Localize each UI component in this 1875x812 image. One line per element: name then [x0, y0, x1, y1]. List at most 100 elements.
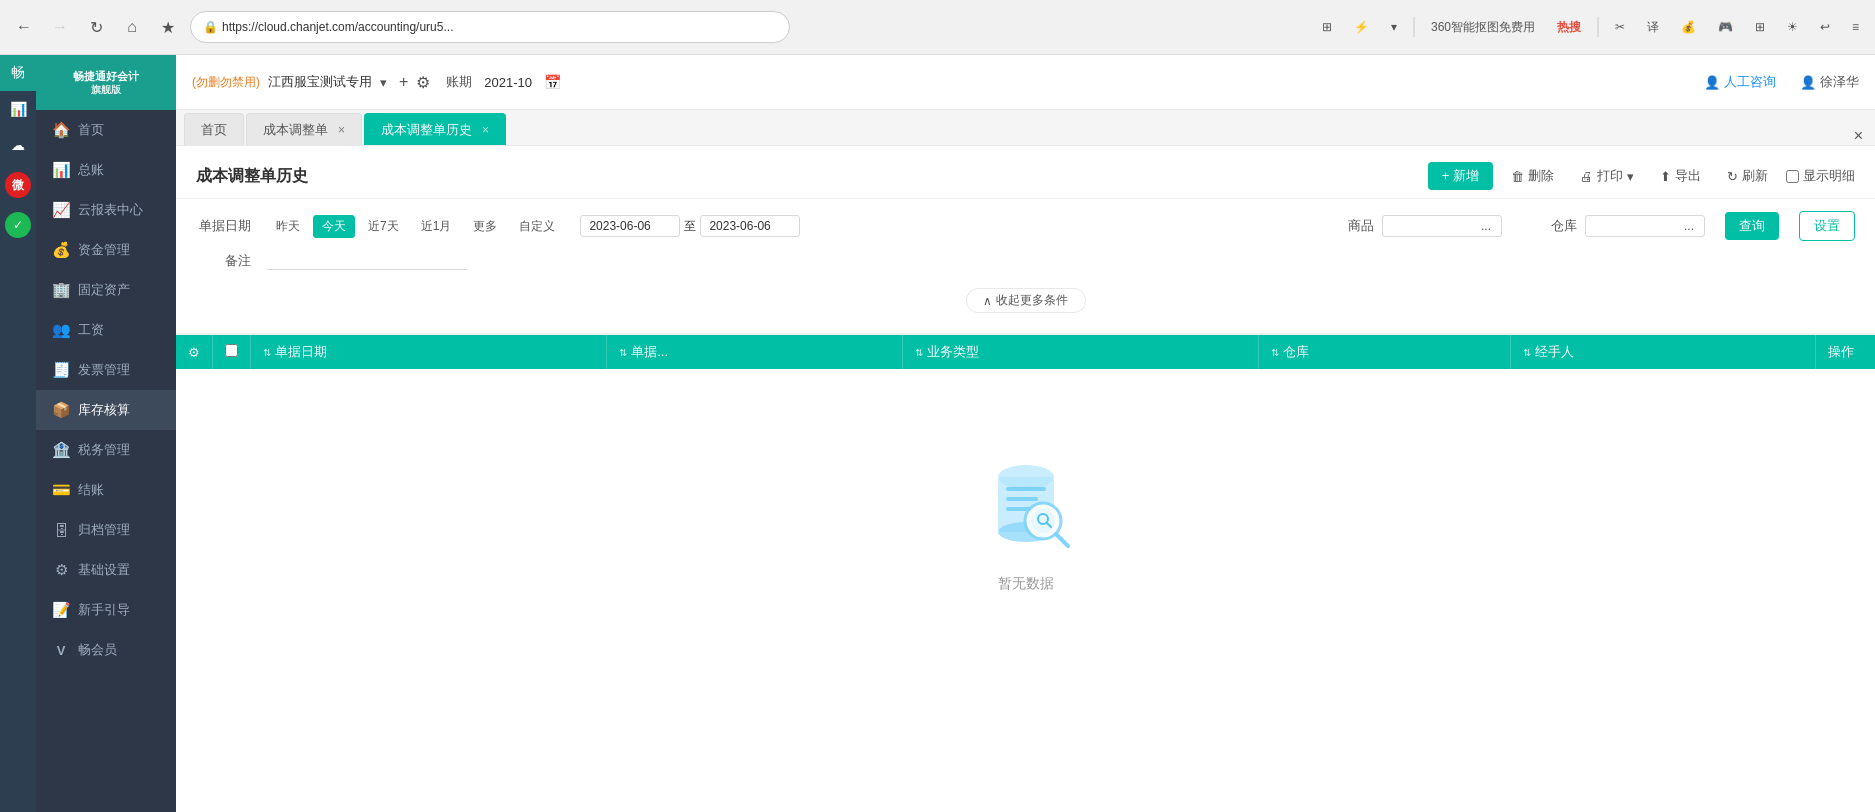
rail-item-1[interactable]: 畅: [0, 55, 36, 91]
tab-cost-adjust-history-close[interactable]: ×: [482, 123, 489, 137]
home-icon: 🏠: [52, 121, 70, 139]
settings-filter-button[interactable]: 设置: [1799, 211, 1855, 241]
sidebar-item-reports[interactable]: 📈 云报表中心: [36, 190, 176, 230]
divider: [1413, 17, 1415, 37]
sidebar-item-member[interactable]: V 畅会员: [36, 630, 176, 670]
date-btn-more[interactable]: 更多: [464, 215, 506, 238]
sidebar-item-invoice[interactable]: 🧾 发票管理: [36, 350, 176, 390]
query-button[interactable]: 查询: [1725, 212, 1779, 240]
tab-home[interactable]: 首页: [184, 113, 244, 145]
undo-icon[interactable]: ↩: [1814, 18, 1836, 36]
select-all-checkbox[interactable]: [225, 344, 238, 357]
date-btn-custom[interactable]: 自定义: [510, 215, 564, 238]
tax-icon: 🏦: [52, 441, 70, 459]
consult-button[interactable]: 👤 人工咨询: [1704, 73, 1776, 91]
sidebar-item-settings-label: 基础设置: [78, 561, 130, 579]
gamepad-icon[interactable]: 🎮: [1712, 18, 1739, 36]
search-label[interactable]: 360智能抠图免费用: [1425, 17, 1541, 38]
sidebar-item-settlement[interactable]: 💳 结账: [36, 470, 176, 510]
company-dropdown-icon[interactable]: ▾: [380, 75, 387, 90]
translate-icon[interactable]: 译: [1641, 17, 1665, 38]
notes-filter-label: 备注: [196, 252, 251, 270]
goods-more-icon: ...: [1481, 219, 1491, 233]
collapse-button[interactable]: ∧ 收起更多条件: [966, 288, 1086, 313]
export-button[interactable]: ⬆ 导出: [1652, 163, 1709, 189]
refresh-button[interactable]: ↻: [82, 13, 110, 41]
back-button[interactable]: ←: [10, 13, 38, 41]
sidebar-item-guide[interactable]: 📝 新手引导: [36, 590, 176, 630]
lightning-icon[interactable]: ⚡: [1348, 18, 1375, 36]
home-button[interactable]: ⌂: [118, 13, 146, 41]
date-to-input[interactable]: [700, 215, 800, 237]
goods-filter: 商品 ...: [1319, 215, 1502, 237]
url-bar[interactable]: 🔒 https://cloud.chanjet.com/accounting/u…: [190, 11, 790, 43]
print-button[interactable]: 🖨 打印 ▾: [1572, 163, 1642, 189]
sidebar-item-tax-label: 税务管理: [78, 441, 130, 459]
settings-gear-icon[interactable]: ⚙: [416, 73, 430, 92]
sidebar-item-salary[interactable]: 👥 工资: [36, 310, 176, 350]
notes-input[interactable]: [267, 251, 467, 270]
th-gear[interactable]: ⚙: [176, 335, 213, 369]
th-operator[interactable]: ⇅ 经手人: [1511, 335, 1815, 369]
collapse-row: ∧ 收起更多条件: [196, 280, 1855, 321]
th-biz-type[interactable]: ⇅ 业务类型: [902, 335, 1258, 369]
add-company-icon[interactable]: +: [399, 73, 408, 91]
sidebar-item-tax[interactable]: 🏦 税务管理: [36, 430, 176, 470]
warning-text: (勿删勿禁用): [192, 74, 260, 91]
close-panel-button[interactable]: ×: [1842, 127, 1875, 145]
date-btn-1month[interactable]: 近1月: [412, 215, 461, 238]
grid-icon[interactable]: ⊞: [1749, 18, 1771, 36]
delete-icon: 🗑: [1511, 169, 1524, 184]
svg-rect-4: [1006, 497, 1038, 501]
extensions-icon[interactable]: ⊞: [1316, 18, 1338, 36]
warehouse-select-button[interactable]: ...: [1585, 215, 1705, 237]
brightness-icon[interactable]: ☀: [1781, 18, 1804, 36]
sidebar-item-archive[interactable]: 🗄 归档管理: [36, 510, 176, 550]
th-warehouse[interactable]: ⇅ 仓库: [1259, 335, 1511, 369]
date-from-input[interactable]: [580, 215, 680, 237]
th-sort-icon-no: ⇅: [619, 347, 627, 358]
sidebar-item-settings[interactable]: ⚙ 基础设置: [36, 550, 176, 590]
th-date[interactable]: ⇅ 单据日期: [251, 335, 607, 369]
show-detail-label: 显示明细: [1803, 167, 1855, 185]
sidebar-item-salary-label: 工资: [78, 321, 104, 339]
sidebar-item-ledger[interactable]: 📊 总账: [36, 150, 176, 190]
export-icon: ⬆: [1660, 169, 1671, 184]
th-check[interactable]: [213, 335, 251, 369]
sidebar-item-fixed-assets[interactable]: 🏢 固定资产: [36, 270, 176, 310]
goods-select-button[interactable]: ...: [1382, 215, 1502, 237]
sidebar-item-home[interactable]: 🏠 首页: [36, 110, 176, 150]
wallet-icon[interactable]: 💰: [1675, 18, 1702, 36]
new-button[interactable]: + 新增: [1428, 162, 1493, 190]
rail-item-green[interactable]: ✓: [0, 207, 36, 243]
forward-button[interactable]: →: [46, 13, 74, 41]
date-btn-yesterday[interactable]: 昨天: [267, 215, 309, 238]
tab-cost-adjust[interactable]: 成本调整单 ×: [246, 113, 362, 145]
menu-icon[interactable]: ≡: [1846, 18, 1865, 36]
date-btn-today[interactable]: 今天: [313, 215, 355, 238]
scissors-icon[interactable]: ✂: [1609, 18, 1631, 36]
th-no[interactable]: ⇅ 单据...: [607, 335, 903, 369]
settings-icon: ⚙: [52, 561, 70, 579]
th-date-label: 单据日期: [275, 343, 327, 361]
rail-item-2[interactable]: 📊: [0, 91, 36, 127]
refresh-button-page[interactable]: ↻ 刷新: [1719, 163, 1776, 189]
tab-cost-adjust-history[interactable]: 成本调整单历史 ×: [364, 113, 506, 145]
warehouse-more-icon: ...: [1684, 219, 1694, 233]
collapse-up-icon: ∧: [983, 294, 992, 308]
sidebar-item-inventory[interactable]: 📦 库存核算: [36, 390, 176, 430]
date-btn-7days[interactable]: 近7天: [359, 215, 408, 238]
star-button[interactable]: ★: [154, 13, 182, 41]
tab-cost-adjust-close[interactable]: ×: [338, 123, 345, 137]
rail-item-weibo[interactable]: 微: [0, 167, 36, 203]
date-range-separator: 至: [684, 218, 696, 235]
calendar-icon[interactable]: 📅: [544, 74, 561, 90]
show-detail-checkbox[interactable]: [1786, 170, 1799, 183]
delete-button[interactable]: 🗑 删除: [1503, 163, 1562, 189]
empty-svg: [971, 449, 1081, 559]
hot-search-icon[interactable]: 热搜: [1551, 17, 1587, 38]
user-menu[interactable]: 👤 徐泽华: [1800, 73, 1859, 91]
dropdown-icon[interactable]: ▾: [1385, 18, 1403, 36]
rail-item-3[interactable]: ☁: [0, 127, 36, 163]
sidebar-item-funds[interactable]: 💰 资金管理: [36, 230, 176, 270]
